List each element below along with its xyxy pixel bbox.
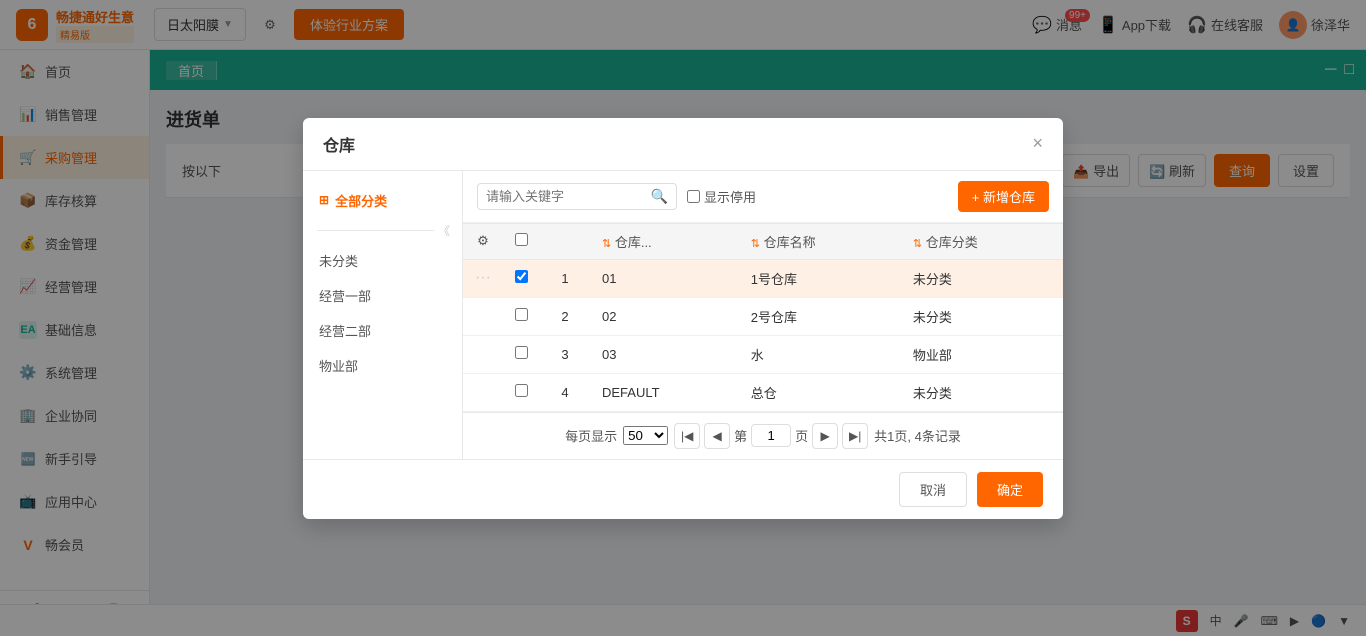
- grid-icon: ⊞: [319, 193, 329, 207]
- row-actions-cell: ···: [463, 259, 503, 297]
- warehouse-table: ⚙ ⇅ 仓库... ⇅ 仓库名称: [463, 223, 1063, 412]
- page-label: 第: [734, 426, 747, 445]
- total-info: 共1页, 4条记录: [874, 426, 961, 445]
- last-page-button[interactable]: ▶|: [842, 423, 868, 449]
- row-checkbox[interactable]: [515, 346, 528, 359]
- modal-category-sidebar: ⊞ 全部分类 《 未分类 经营一部 经营二部 物业部: [303, 171, 463, 459]
- row-more-icon[interactable]: ···: [475, 269, 491, 286]
- show-disabled-checkbox[interactable]: [687, 190, 700, 203]
- th-num: [540, 223, 590, 259]
- table-row[interactable]: 2 02 2号仓库 未分类: [463, 297, 1063, 335]
- row-num-cell: 2: [540, 297, 590, 335]
- modal-header: 仓库 ×: [303, 118, 1063, 171]
- warehouse-modal: 仓库 × ⊞ 全部分类 《 未分类 经营一部: [303, 118, 1063, 519]
- row-name-cell: 总仓: [739, 373, 901, 411]
- th-check[interactable]: [503, 223, 540, 259]
- modal-title: 仓库: [323, 132, 355, 156]
- row-actions-cell: [463, 297, 503, 335]
- pagination: 每页显示 50 10 20 100 |◀ ◀ 第 页 ▶ ▶|: [463, 412, 1063, 459]
- per-page-label: 每页显示: [565, 426, 617, 445]
- row-name-cell: 1号仓库: [739, 259, 901, 297]
- row-check-cell[interactable]: [503, 373, 540, 411]
- category-dept1[interactable]: 经营一部: [303, 278, 462, 313]
- th-gear[interactable]: ⚙: [463, 223, 503, 259]
- table-row[interactable]: 3 03 水 物业部: [463, 335, 1063, 373]
- modal-toolbar: 🔍 显示停用 + 新增仓库: [463, 171, 1063, 223]
- category-uncategorized[interactable]: 未分类: [303, 243, 462, 278]
- row-name-cell: 2号仓库: [739, 297, 901, 335]
- row-checkbox[interactable]: [515, 270, 528, 283]
- row-check-cell[interactable]: [503, 297, 540, 335]
- row-category-cell: 未分类: [901, 373, 1063, 411]
- search-icon[interactable]: 🔍: [651, 188, 668, 205]
- add-warehouse-button[interactable]: + 新增仓库: [958, 181, 1049, 212]
- category-all[interactable]: ⊞ 全部分类: [303, 183, 462, 218]
- search-input[interactable]: [486, 189, 645, 204]
- sort-icon: ⇅: [602, 238, 611, 250]
- first-page-button[interactable]: |◀: [674, 423, 700, 449]
- row-category-cell: 未分类: [901, 259, 1063, 297]
- table-row[interactable]: 4 DEFAULT 总仓 未分类: [463, 373, 1063, 411]
- row-code-cell: 03: [590, 335, 739, 373]
- row-checkbox[interactable]: [515, 384, 528, 397]
- th-name[interactable]: ⇅ 仓库名称: [739, 223, 901, 259]
- row-name-cell: 水: [739, 335, 901, 373]
- search-box: 🔍: [477, 183, 677, 210]
- row-check-cell[interactable]: [503, 335, 540, 373]
- sort-icon: ⇅: [751, 238, 760, 250]
- prev-page-button[interactable]: ◀: [704, 423, 730, 449]
- page-input[interactable]: [751, 424, 791, 447]
- row-checkbox[interactable]: [515, 308, 528, 321]
- th-category[interactable]: ⇅ 仓库分类: [901, 223, 1063, 259]
- row-num-cell: 3: [540, 335, 590, 373]
- modal-table-area: 🔍 显示停用 + 新增仓库 ⚙: [463, 171, 1063, 459]
- cancel-button[interactable]: 取消: [899, 472, 967, 507]
- category-dept2[interactable]: 经营二部: [303, 313, 462, 348]
- select-all-checkbox[interactable]: [515, 233, 528, 246]
- table-row[interactable]: ··· 1 01 1号仓库 未分类: [463, 259, 1063, 297]
- th-code[interactable]: ⇅ 仓库...: [590, 223, 739, 259]
- category-property[interactable]: 物业部: [303, 348, 462, 383]
- sort-icon: ⇅: [913, 238, 922, 250]
- row-code-cell: 01: [590, 259, 739, 297]
- page-suffix: 页: [795, 426, 808, 445]
- confirm-button[interactable]: 确定: [977, 472, 1043, 507]
- row-num-cell: 4: [540, 373, 590, 411]
- row-category-cell: 未分类: [901, 297, 1063, 335]
- show-disabled-label[interactable]: 显示停用: [687, 187, 756, 206]
- divider: [317, 230, 434, 231]
- collapse-icon[interactable]: 《: [434, 222, 454, 239]
- next-page-button[interactable]: ▶: [812, 423, 838, 449]
- modal-close-button[interactable]: ×: [1032, 133, 1043, 154]
- modal-body: ⊞ 全部分类 《 未分类 经营一部 经营二部 物业部: [303, 171, 1063, 459]
- row-actions-cell: [463, 373, 503, 411]
- row-category-cell: 物业部: [901, 335, 1063, 373]
- row-actions-cell: [463, 335, 503, 373]
- row-num-cell: 1: [540, 259, 590, 297]
- page-nav: |◀ ◀ 第 页 ▶ ▶|: [674, 423, 868, 449]
- modal-overlay: 仓库 × ⊞ 全部分类 《 未分类 经营一部: [0, 0, 1366, 636]
- row-code-cell: 02: [590, 297, 739, 335]
- row-code-cell: DEFAULT: [590, 373, 739, 411]
- modal-footer: 取消 确定: [303, 459, 1063, 519]
- per-page-select[interactable]: 50 10 20 100: [623, 426, 668, 445]
- row-check-cell[interactable]: [503, 259, 540, 297]
